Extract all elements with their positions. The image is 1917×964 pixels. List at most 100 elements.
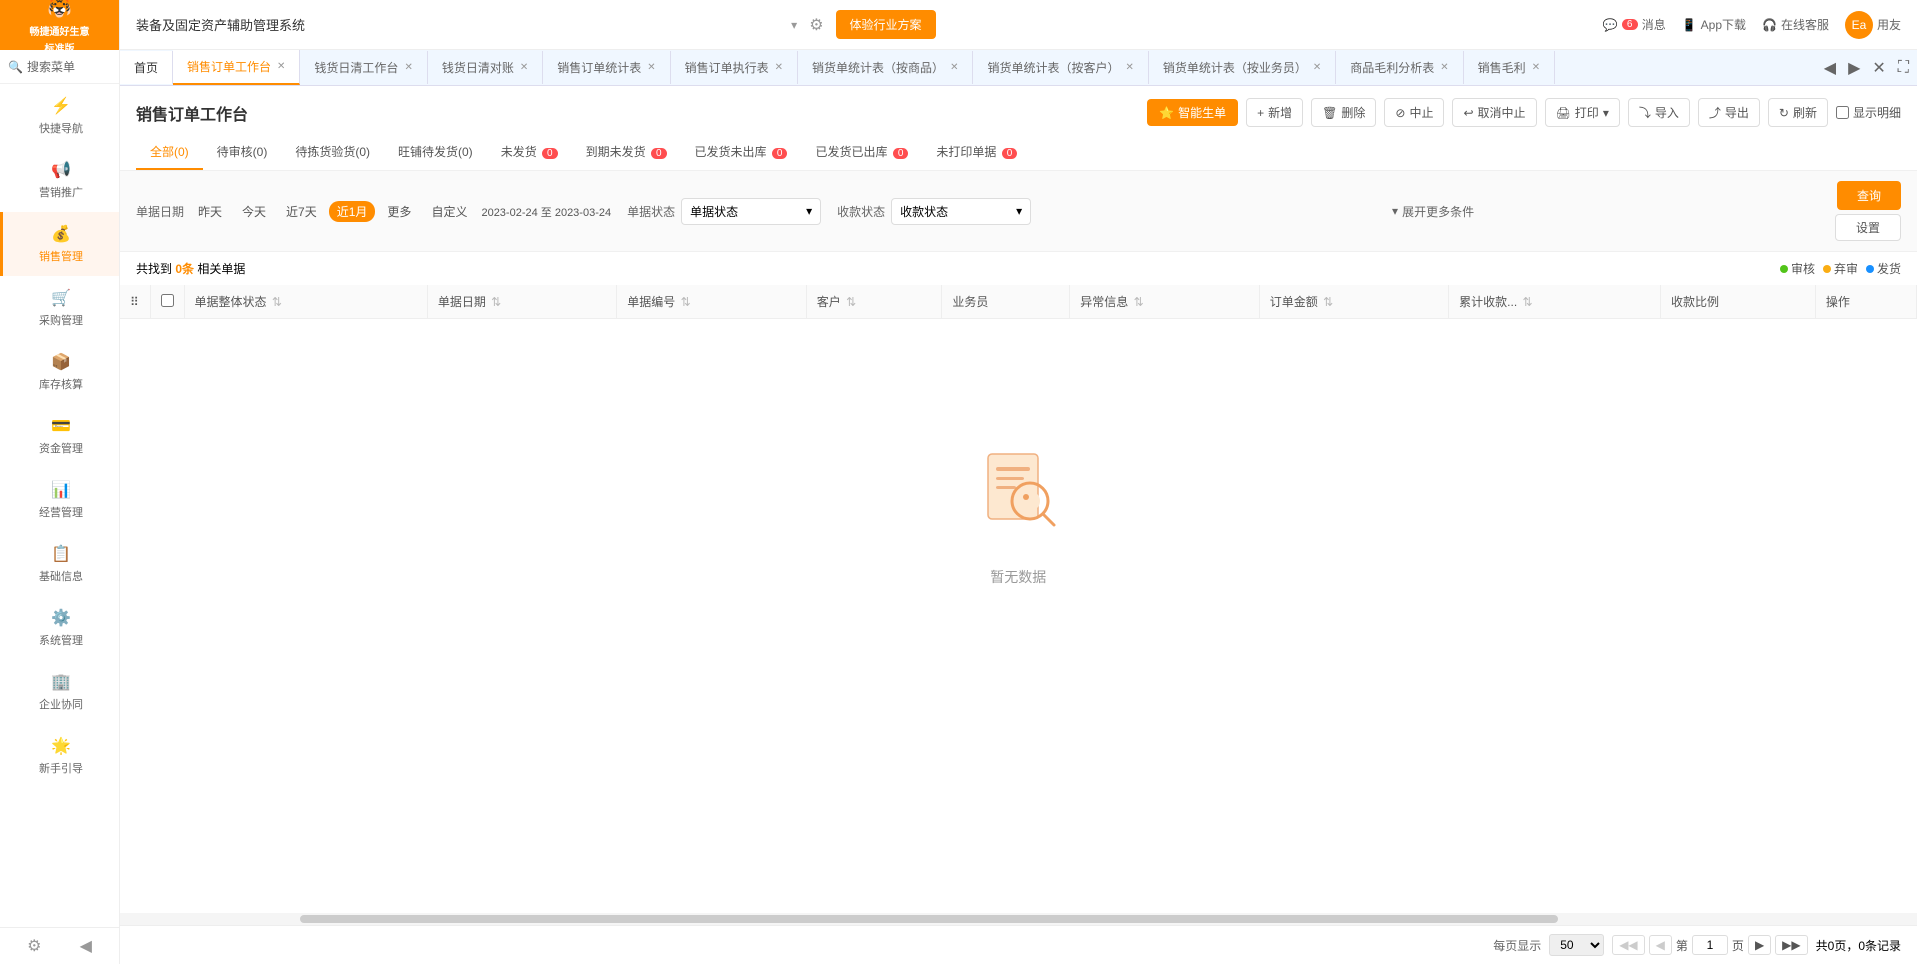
tab-sales-stat-staff[interactable]: 销货单统计表（按业务员） ✕ (1149, 51, 1336, 84)
tab-sales-stat-staff-close[interactable]: ✕ (1313, 62, 1321, 73)
filter-tab-shipped-out[interactable]: 已发货已出库 0 (801, 135, 922, 170)
user-item[interactable]: Ea 用友 (1845, 11, 1901, 39)
sidebar-item-finance[interactable]: 💳 资金管理 (0, 404, 119, 468)
date-option-yesterday[interactable]: 昨天 (190, 201, 230, 222)
tab-sales-exec[interactable]: 销售订单执行表 ✕ (671, 51, 798, 84)
sidebar-item-sales[interactable]: 💰 销售管理 (0, 212, 119, 276)
message-icon-item[interactable]: 💬 6 消息 (1603, 16, 1666, 33)
cancel-stop-button[interactable]: ↩ 取消中止 (1452, 98, 1536, 127)
date-option-1month[interactable]: 近1月 (329, 201, 376, 222)
query-button[interactable]: 查询 (1837, 181, 1901, 210)
tab-cash-daily-close[interactable]: ✕ (404, 62, 412, 73)
stop-button[interactable]: ⊘ 中止 (1384, 98, 1444, 127)
payment-filter-select[interactable]: 收款状态 ▾ (891, 198, 1031, 225)
refresh-icon: ↻ (1779, 106, 1789, 120)
page-prev-btn[interactable]: ◀ (1649, 935, 1672, 955)
settings-filter-button[interactable]: 设置 (1835, 214, 1901, 241)
date-option-more[interactable]: 更多 (379, 201, 419, 222)
ship-action-btn[interactable]: 发货 (1866, 260, 1901, 277)
filter-tab-pending-inspection[interactable]: 待拣货验货(0) (281, 135, 384, 170)
per-page-select[interactable]: 20 50 100 200 (1549, 934, 1604, 956)
tab-sales-profit-close[interactable]: ✕ (1532, 62, 1540, 73)
sidebar-item-system[interactable]: ⚙️ 系统管理 (0, 596, 119, 660)
filter-tab-overdue[interactable]: 到期未发货 0 (572, 135, 681, 170)
tab-cash-reconcile-close[interactable]: ✕ (520, 62, 528, 73)
settings-icon[interactable]: ⚙ (27, 936, 41, 956)
online-service-item[interactable]: 🎧 在线客服 (1762, 16, 1829, 33)
sidebar-item-basic[interactable]: 📋 基础信息 (0, 532, 119, 596)
import-button[interactable]: ⤵ 导入 (1628, 98, 1690, 127)
page-number-input[interactable] (1692, 935, 1728, 955)
tab-sales-workbench-close[interactable]: ✕ (277, 61, 285, 72)
review-action-btn[interactable]: 审核 (1780, 260, 1815, 277)
col-status-sort[interactable]: ⇅ (272, 295, 282, 309)
show-detail-toggle[interactable]: 显示明细 (1836, 104, 1901, 121)
col-customer-sort[interactable]: ⇅ (846, 295, 856, 309)
date-option-custom[interactable]: 自定义 (423, 201, 475, 222)
expand-more-conditions-button[interactable]: ▾ 展开更多条件 (1384, 199, 1482, 224)
refresh-button[interactable]: ↻ 刷新 (1768, 98, 1828, 127)
collapse-icon[interactable]: ◀ (80, 936, 92, 956)
tab-cash-daily[interactable]: 钱货日清工作台 ✕ (300, 51, 427, 84)
sidebar-item-operations[interactable]: 📊 经营管理 (0, 468, 119, 532)
sidebar-item-inventory[interactable]: 📦 库存核算 (0, 340, 119, 404)
tab-sales-workbench[interactable]: 销售订单工作台 ✕ (173, 50, 300, 85)
sidebar-item-marketing[interactable]: 📢 营销推广 (0, 148, 119, 212)
app-download-item[interactable]: 📱 App下载 (1682, 16, 1746, 33)
tab-sales-stat-product-close[interactable]: ✕ (950, 62, 958, 73)
tab-sales-profit[interactable]: 销售毛利 ✕ (1464, 51, 1555, 84)
col-amount-sort[interactable]: ⇅ (1323, 295, 1333, 309)
tab-fullscreen-btn[interactable]: ⛶ (1894, 57, 1913, 79)
sidebar-item-enterprise[interactable]: 🏢 企业协同 (0, 660, 119, 724)
date-option-7days[interactable]: 近7天 (278, 201, 325, 222)
date-option-today[interactable]: 今天 (234, 201, 274, 222)
tab-cash-reconcile[interactable]: 钱货日清对账 ✕ (428, 51, 543, 84)
page-last-btn[interactable]: ▶▶ (1775, 935, 1807, 955)
sidebar-item-quicknav[interactable]: ⚡ 快捷导航 (0, 84, 119, 148)
add-button[interactable]: + 新增 (1246, 98, 1303, 127)
col-abnormal-sort[interactable]: ⇅ (1134, 295, 1144, 309)
col-date-sort[interactable]: ⇅ (491, 295, 501, 309)
topbar-gear-icon[interactable]: ⚙ (809, 15, 823, 35)
filter-tab-shipped-out-label: 已发货已出库 (815, 145, 887, 159)
tab-sales-stat-close[interactable]: ✕ (647, 62, 655, 73)
tab-sales-stat[interactable]: 销售订单统计表 ✕ (543, 51, 670, 84)
tab-next-btn[interactable]: ▶ (1844, 56, 1864, 80)
tab-prev-btn[interactable]: ◀ (1820, 56, 1840, 80)
tab-sales-exec-close[interactable]: ✕ (775, 62, 783, 73)
sidebar-search[interactable]: 🔍 搜索菜单 (0, 50, 119, 84)
page-next-btn[interactable]: ▶ (1748, 935, 1771, 955)
industry-solution-button[interactable]: 体验行业方案 (836, 10, 936, 39)
tab-margin-analysis[interactable]: 商品毛利分析表 ✕ (1336, 51, 1463, 84)
sidebar-item-guide[interactable]: 🌟 新手引导 (0, 724, 119, 788)
filter-tab-wangpu[interactable]: 旺铺待发货(0) (384, 135, 487, 170)
delete-button[interactable]: 🗑 删除 (1311, 98, 1376, 127)
smart-generate-button[interactable]: ⭐ 智能生单 (1147, 99, 1238, 126)
page-first-btn[interactable]: ◀◀ (1612, 935, 1644, 955)
tab-sales-stat-customer-close[interactable]: ✕ (1125, 62, 1133, 73)
tab-sales-stat-product[interactable]: 销货单统计表（按商品） ✕ (798, 51, 973, 84)
tab-home[interactable]: 首页 (120, 51, 173, 84)
filter-tab-all[interactable]: 全部(0) (136, 135, 203, 170)
empty-state-text: 暂无数据 (990, 567, 1046, 587)
tab-close-all-btn[interactable]: ✕ (1868, 56, 1889, 80)
col-number-sort[interactable]: ⇅ (681, 295, 691, 309)
filter-tab-pending-review[interactable]: 待审核(0) (203, 135, 282, 170)
export-button[interactable]: ⤴ 导出 (1698, 98, 1760, 127)
sidebar-item-purchase[interactable]: 🛒 采购管理 (0, 276, 119, 340)
print-button[interactable]: 🖨 打印 ▾ (1545, 98, 1620, 127)
filter-tab-unprinted[interactable]: 未打印单据 0 (922, 135, 1031, 170)
topbar-arrow-down[interactable]: ▾ (791, 18, 797, 32)
show-detail-checkbox[interactable] (1836, 106, 1849, 119)
status-filter-select[interactable]: 单据状态 ▾ (681, 198, 821, 225)
col-collected-sort[interactable]: ⇅ (1523, 295, 1533, 309)
tab-sales-stat-customer[interactable]: 销货单统计表（按客户） ✕ (973, 51, 1148, 84)
tab-margin-analysis-close[interactable]: ✕ (1440, 62, 1448, 73)
cancel-review-action-btn[interactable]: 弃审 (1823, 260, 1858, 277)
filter-tab-unshipped[interactable]: 未发货 0 (487, 135, 572, 170)
horizontal-scrollbar[interactable] (120, 913, 1917, 925)
basic-icon: 📋 (51, 544, 71, 564)
scrollbar-thumb[interactable] (300, 915, 1558, 923)
select-all-checkbox[interactable] (161, 294, 174, 307)
filter-tab-shipped-not-out[interactable]: 已发货未出库 0 (681, 135, 802, 170)
